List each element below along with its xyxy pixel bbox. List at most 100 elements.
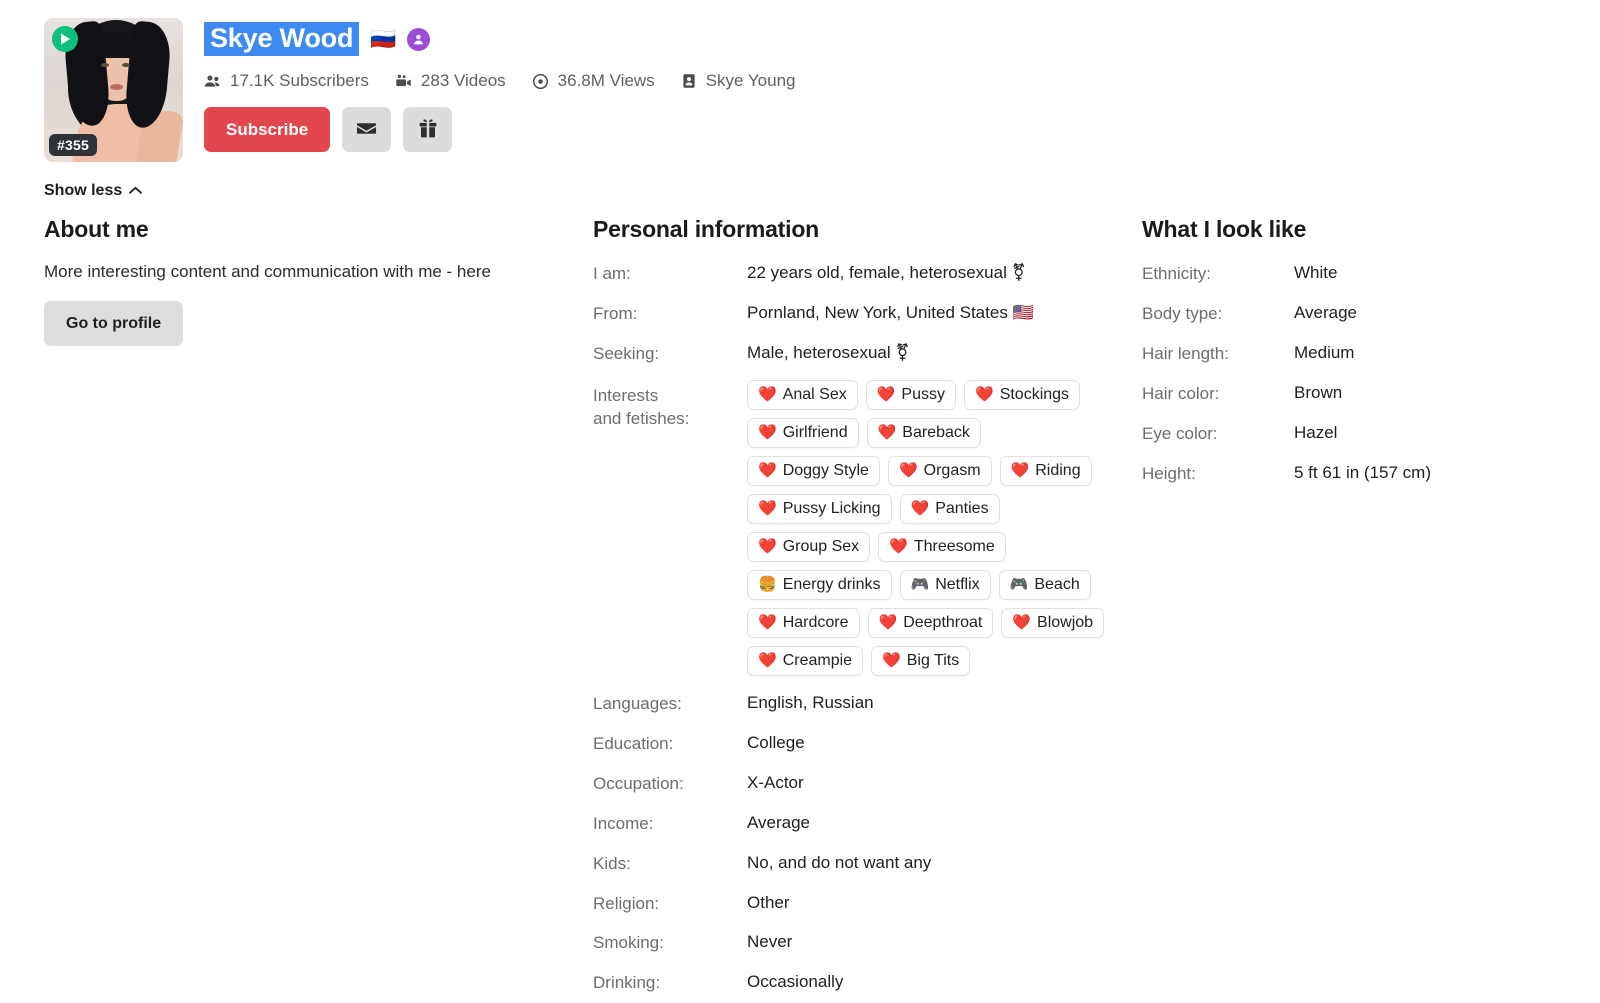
interest-emoji-icon: ❤️ xyxy=(878,614,898,632)
personal-information-title: Personal information xyxy=(593,216,820,242)
info-label: Drinking: xyxy=(593,973,661,993)
interest-tag[interactable]: ❤️ Orgasm xyxy=(887,455,992,486)
info-row: Income: Average xyxy=(593,812,1142,836)
message-button[interactable] xyxy=(342,107,392,152)
rank-badge: #355 xyxy=(49,134,97,156)
interest-tag[interactable]: ❤️ Creampie xyxy=(747,645,864,676)
interest-tag-label: Orgasm xyxy=(923,461,981,479)
info-label: Smoking: xyxy=(593,933,664,953)
interest-tag[interactable]: ❤️ Big Tits xyxy=(871,645,971,676)
interest-emoji-icon: ❤️ xyxy=(876,386,896,404)
interest-emoji-icon: ❤️ xyxy=(758,538,777,556)
info-row: Smoking: Never xyxy=(593,931,1142,955)
interest-emoji-icon: ❤️ xyxy=(1010,462,1030,480)
profile-columns: About me More interesting content and co… xyxy=(0,200,1600,1003)
personal-information-column: Personal information I am: 22 years old,… xyxy=(593,216,1142,1003)
interest-tag[interactable]: ❤️ Threesome xyxy=(878,531,1006,562)
info-row: Hair color: Brown xyxy=(1142,382,1542,406)
interest-tag-label: Bareback xyxy=(902,423,970,441)
interest-tag[interactable]: ❤️ Riding xyxy=(999,455,1092,486)
info-row: Seeking: Male, heterosexual ⚧ xyxy=(593,342,1142,366)
interest-tag-label: Panties xyxy=(935,499,989,517)
info-label: Seeking: xyxy=(593,343,660,363)
info-label: Hair length: xyxy=(1142,343,1229,363)
subscribers-icon xyxy=(204,73,221,90)
gift-button[interactable] xyxy=(403,107,453,152)
interest-tag[interactable]: ❤️ Blowjob xyxy=(1001,607,1105,638)
interest-tag-label: Hardcore xyxy=(782,613,849,631)
info-value: Other xyxy=(747,892,790,912)
info-label: Occupation: xyxy=(593,773,684,793)
interest-tag-label: Deepthroat xyxy=(903,613,983,631)
info-label: Hair color: xyxy=(1142,383,1220,403)
interest-emoji-icon: 🎮 xyxy=(910,576,930,594)
interest-tag[interactable]: 🎮 Beach xyxy=(998,569,1091,600)
stat-views-text: 36.8M Views xyxy=(557,71,655,90)
stat-alias: Skye Young xyxy=(681,71,796,91)
avatar-eye-left xyxy=(101,63,109,67)
interest-emoji-icon: ❤️ xyxy=(758,424,777,442)
interest-tag[interactable]: ❤️ Pussy Licking xyxy=(747,493,892,524)
videos-camera-icon xyxy=(395,73,412,90)
interest-tag-label: Riding xyxy=(1035,461,1081,479)
go-to-profile-button[interactable]: Go to profile xyxy=(44,301,184,346)
subscribe-button[interactable]: Subscribe xyxy=(204,107,331,152)
interest-tag[interactable]: ❤️ Hardcore xyxy=(747,607,860,638)
interest-tag-label: Big Tits xyxy=(906,651,960,669)
interest-tag[interactable]: 🍔 Energy drinks xyxy=(747,569,892,600)
info-value: Occasionally xyxy=(747,972,844,992)
interest-tag-label: Energy drinks xyxy=(782,575,881,593)
stat-alias-text: Skye Young xyxy=(705,71,796,90)
info-value: Average xyxy=(747,812,811,832)
info-label: Religion: xyxy=(593,893,660,913)
what-i-look-like-column: What I look like Ethnicity: White Body typ… xyxy=(1142,216,1542,1003)
interest-emoji-icon: ❤️ xyxy=(1012,614,1032,632)
avatar[interactable]: #355 xyxy=(44,18,183,162)
info-label: From: xyxy=(593,303,638,323)
info-row: Religion: Other xyxy=(593,892,1142,916)
show-less-label: Show less xyxy=(44,182,123,199)
interest-tag[interactable]: 🎮 Netflix xyxy=(899,569,991,600)
info-value: Male, heterosexual ⚧ xyxy=(747,342,910,362)
interest-emoji-icon: ❤️ xyxy=(758,500,777,518)
interest-tag[interactable]: ❤️ Group Sex xyxy=(747,531,871,562)
interest-tag[interactable]: ❤️ Pussy xyxy=(865,379,956,410)
info-row: Ethnicity: White xyxy=(1142,262,1542,286)
about-me-column: About me More interesting content and co… xyxy=(44,216,593,1003)
info-value: Average xyxy=(1294,302,1358,322)
stat-subscribers-text: 17.1K Subscribers xyxy=(230,71,369,90)
stat-videos: 283 Videos xyxy=(395,71,506,91)
info-label: I am: xyxy=(593,264,631,283)
interest-tag-label: Group Sex xyxy=(782,537,860,555)
look-info-table: Ethnicity: White Body type: Average Hair len… xyxy=(1142,262,1542,486)
interest-tag[interactable]: ❤️ Bareback xyxy=(866,417,981,448)
page-title: Skye Wood xyxy=(204,21,360,57)
info-value: College xyxy=(747,732,805,752)
info-row: Drinking: Occasionally xyxy=(593,971,1142,995)
interest-tag[interactable]: ❤️ Doggy Style xyxy=(747,455,880,486)
gift-icon xyxy=(418,118,438,142)
info-value: X-Actor xyxy=(747,772,804,792)
info-row: I am: 22 years old, female, heterosexual… xyxy=(593,262,1142,286)
interest-tag[interactable]: ❤️ Girlfriend xyxy=(747,417,859,448)
interest-tag-label: Netflix xyxy=(935,575,980,593)
info-value: 5 ft 61 in (157 cm) xyxy=(1294,462,1432,482)
interests-row: Interests and fetishes: ❤️ Anal Sex ❤️ Puss… xyxy=(593,379,1142,676)
verified-user-icon[interactable] xyxy=(407,27,431,51)
interest-tag[interactable]: ❤️ Anal Sex xyxy=(747,379,858,410)
interest-tag-label: Pussy Licking xyxy=(782,499,881,517)
profile-actions: Subscribe xyxy=(204,107,796,152)
info-label: Eye color: xyxy=(1142,423,1218,443)
interest-tag-label: Stockings xyxy=(999,385,1070,403)
interests-label-line2: and fetishes: xyxy=(593,408,690,428)
avatar-lips xyxy=(110,84,123,90)
interest-tag-label: Threesome xyxy=(913,537,995,555)
info-value: Brown xyxy=(1294,382,1343,402)
interest-tag[interactable]: ❤️ Panties xyxy=(899,493,1000,524)
interest-tag[interactable]: ❤️ Stockings xyxy=(964,379,1081,410)
play-circle-icon[interactable] xyxy=(52,26,78,52)
id-card-icon xyxy=(681,73,697,89)
show-less-toggle[interactable]: Show less xyxy=(44,182,143,200)
info-row: From: Pornland, New York, United States … xyxy=(593,302,1142,326)
interest-tag[interactable]: ❤️ Deepthroat xyxy=(867,607,994,638)
